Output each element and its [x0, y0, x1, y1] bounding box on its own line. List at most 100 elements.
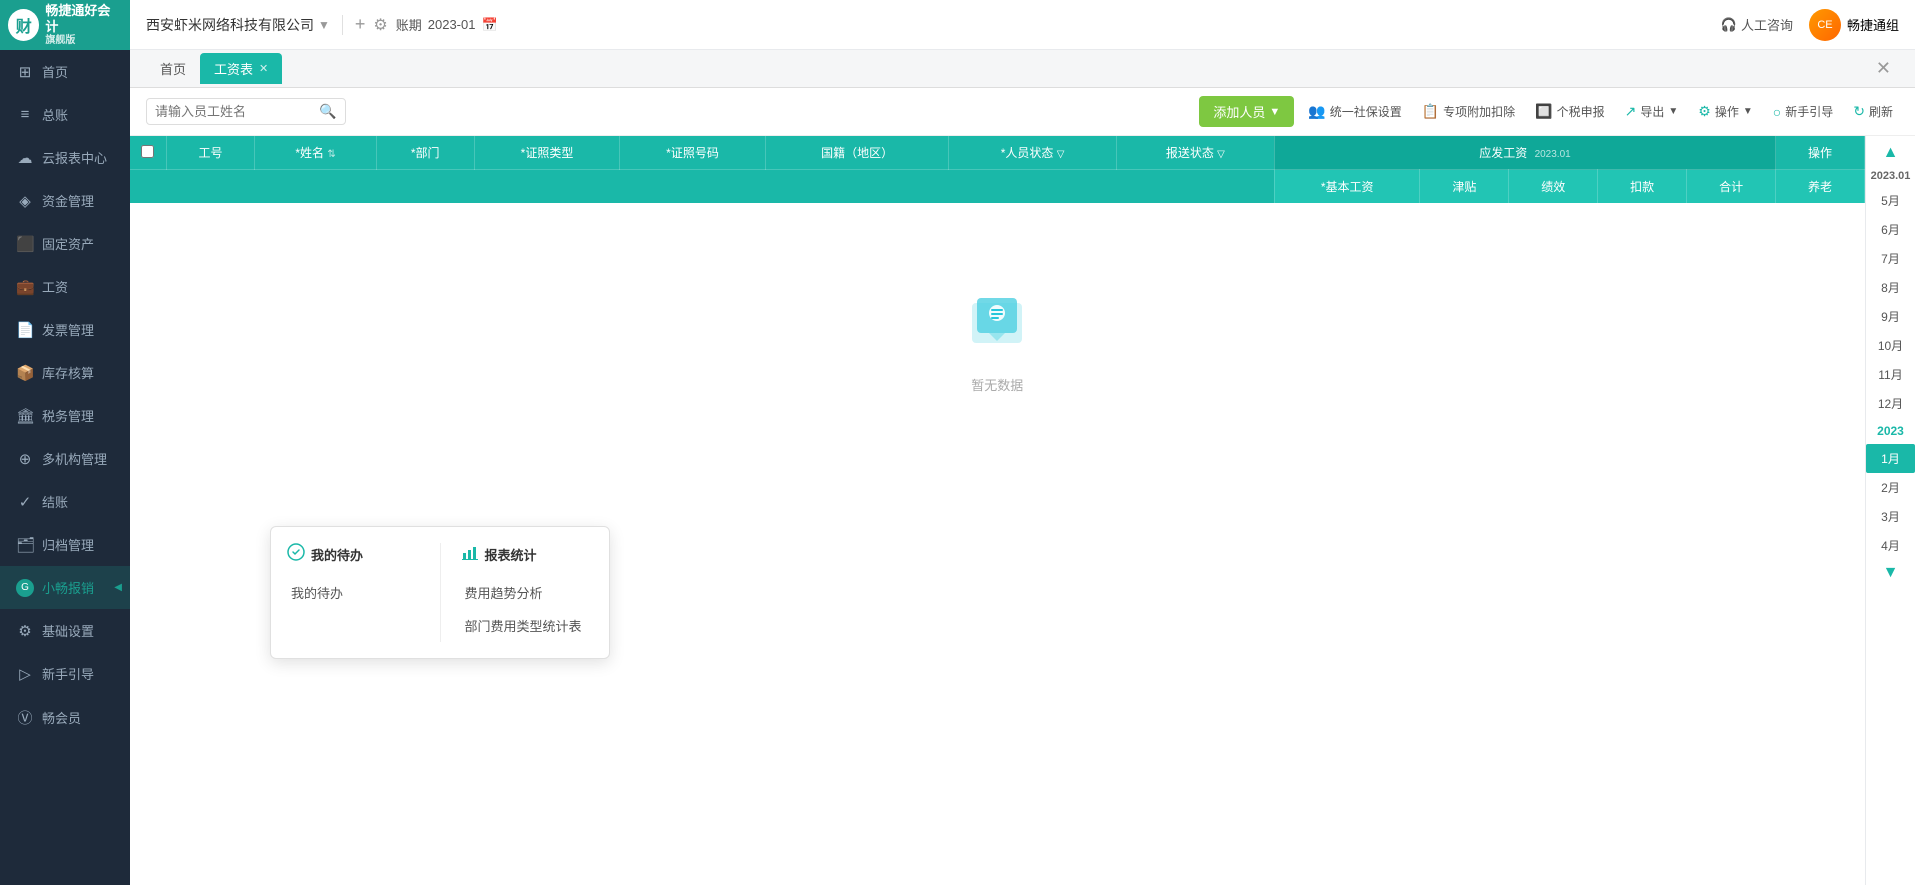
- popup-item-cost-trend[interactable]: 费用趋势分析: [461, 576, 594, 609]
- tabbar: 首页 工资表 ✕ ✕: [130, 50, 1915, 88]
- special-deduction-icon: 📋: [1422, 103, 1439, 120]
- month-panel-up-nav[interactable]: ▲: [1879, 140, 1903, 166]
- month-item-1[interactable]: 1月: [1866, 444, 1915, 473]
- th-yingfa-wages: 应发工资 2023.01: [1274, 136, 1775, 170]
- th-report-status: 报送状态 ▽: [1116, 136, 1274, 170]
- month-item-12[interactable]: 12月: [1866, 389, 1915, 418]
- export-action[interactable]: ↗ 导出 ▼: [1619, 99, 1685, 124]
- sidebar-item-cloud-report[interactable]: ☁ 云报表中心: [0, 136, 130, 179]
- guide-icon: ▷: [16, 665, 34, 683]
- sidebar-item-archive[interactable]: 🗂 归档管理: [0, 523, 130, 566]
- logo-icon: 财: [8, 9, 39, 41]
- month-item-9[interactable]: 9月: [1866, 302, 1915, 331]
- month-item-6[interactable]: 6月: [1866, 215, 1915, 244]
- sidebar-item-multi-org[interactable]: ⊕ 多机构管理: [0, 437, 130, 480]
- th-checkbox[interactable]: [130, 136, 166, 170]
- logo-main: 畅捷通好会计: [45, 3, 122, 34]
- support-button[interactable]: 🎧 人工咨询: [1721, 15, 1793, 34]
- sidebar-item-member[interactable]: Ⓥ 畅会员: [0, 695, 130, 740]
- tax-report-icon: 🔲: [1535, 103, 1552, 120]
- invoice-icon: 📄: [16, 321, 34, 339]
- sidebar-item-invoice[interactable]: 📄 发票管理: [0, 308, 130, 351]
- sidebar-item-basic-settings[interactable]: ⚙ 基础设置: [0, 609, 130, 652]
- add-company-button[interactable]: +: [355, 14, 366, 35]
- user-info[interactable]: CE 畅捷通组: [1809, 9, 1899, 41]
- search-box[interactable]: 🔍: [146, 98, 346, 125]
- report-chart-icon: [461, 543, 479, 566]
- report-status-filter-icon[interactable]: ▽: [1217, 149, 1225, 160]
- month-panel: ▲ 2023.01 5月 6月 7月 8月 9月 10月 11月 12月 202…: [1865, 136, 1915, 885]
- company-name: 西安虾米网络科技有限公司: [146, 15, 314, 35]
- sidebar-label-member: 畅会员: [42, 708, 81, 727]
- calendar-icon: 📅: [481, 17, 497, 33]
- sidebar-label-fixed: 固定资产: [42, 234, 94, 253]
- month-item-3[interactable]: 3月: [1866, 502, 1915, 531]
- th-country: 国籍（地区）: [765, 136, 949, 170]
- sidebar-label-invoice: 发票管理: [42, 320, 94, 339]
- tax-icon: 🏛: [16, 407, 34, 425]
- company-selector[interactable]: 西安虾米网络科技有限公司 ▼: [146, 15, 330, 35]
- sidebar-item-tax[interactable]: 🏛 税务管理: [0, 394, 130, 437]
- refresh-action[interactable]: ↻ 刷新: [1847, 99, 1899, 124]
- tab-home[interactable]: 首页: [146, 53, 200, 84]
- social-security-action[interactable]: 👥 统一社保设置: [1302, 99, 1407, 124]
- tab-salary[interactable]: 工资表 ✕: [200, 53, 282, 84]
- popup-item-dept-cost[interactable]: 部门费用类型统计表: [461, 609, 594, 642]
- company-dropdown-icon: ▼: [318, 18, 330, 32]
- todo-icon: [287, 543, 305, 566]
- topbar-divider1: [342, 15, 343, 35]
- main-area: 西安虾米网络科技有限公司 ▼ + ⚙ 账期 2023-01 📅 🎧 人工咨询 C…: [130, 0, 1915, 885]
- company-settings-button[interactable]: ⚙: [373, 15, 387, 35]
- guide-circle-icon: ○: [1773, 104, 1781, 120]
- report-header-label: 报表统计: [485, 545, 537, 564]
- user-name: 畅捷通组: [1847, 15, 1899, 34]
- sidebar-item-home[interactable]: ⊞ 首页: [0, 50, 130, 93]
- window-close-button[interactable]: ✕: [1876, 58, 1891, 79]
- sidebar-item-fixed-assets[interactable]: ⬛ 固定资产: [0, 222, 130, 265]
- month-item-2[interactable]: 2月: [1866, 473, 1915, 502]
- sidebar-item-guide[interactable]: ▷ 新手引导: [0, 652, 130, 695]
- export-dropdown-icon: ▼: [1668, 106, 1678, 117]
- month-item-11[interactable]: 11月: [1866, 360, 1915, 389]
- th-number: 工号: [166, 136, 255, 170]
- month-item-8[interactable]: 8月: [1866, 273, 1915, 302]
- special-deduction-action[interactable]: 📋 专项附加扣除: [1416, 99, 1521, 124]
- month-item-7[interactable]: 7月: [1866, 244, 1915, 273]
- select-all-checkbox[interactable]: [141, 145, 154, 158]
- period-value: 2023-01: [428, 17, 476, 32]
- sidebar-item-ledger[interactable]: ≡ 总账: [0, 93, 130, 136]
- logo-text: 畅捷通好会计 旗舰版: [45, 3, 122, 46]
- content-area: 工号 *姓名 ⇅ *部门 *证照类型 *证照号码 国籍（地区） *人员状态 ▽: [130, 136, 1915, 885]
- sidebar-label-archive: 归档管理: [42, 535, 94, 554]
- add-person-button[interactable]: 添加人员 ▼: [1199, 96, 1294, 127]
- person-status-filter-icon[interactable]: ▽: [1057, 149, 1065, 160]
- month-item-5[interactable]: 5月: [1866, 186, 1915, 215]
- sidebar-item-salary[interactable]: 💼 工资: [0, 265, 130, 308]
- sidebar-item-fund[interactable]: ◈ 资金管理: [0, 179, 130, 222]
- month-panel-down-nav[interactable]: ▼: [1879, 560, 1903, 586]
- th-cert-type: *证照类型: [474, 136, 620, 170]
- month-item-10[interactable]: 10月: [1866, 331, 1915, 360]
- toolbar: 🔍 添加人员 ▼ 👥 统一社保设置 📋 专项附加扣除 🔲 个税申报 ↗ 导出: [130, 88, 1915, 136]
- dropdown-popup: 我的待办 我的待办 报表统计 费用趋势分析: [270, 526, 610, 659]
- sidebar-item-xiaochang[interactable]: G 小畅报销: [0, 566, 130, 609]
- popup-item-mytodo[interactable]: 我的待办: [287, 576, 420, 609]
- todo-header-label: 我的待办: [311, 545, 363, 564]
- add-person-dropdown-icon: ▼: [1269, 106, 1280, 118]
- new-guide-action[interactable]: ○ 新手引导: [1767, 99, 1839, 124]
- operations-action[interactable]: ⚙ 操作 ▼: [1692, 99, 1758, 124]
- sidebar-item-close[interactable]: ✓ 结账: [0, 480, 130, 523]
- month-item-4[interactable]: 4月: [1866, 531, 1915, 560]
- name-sort-icon[interactable]: ⇅: [327, 149, 335, 160]
- sidebar-label-salary: 工资: [42, 277, 68, 296]
- sidebar-item-inventory[interactable]: 📦 库存核算: [0, 351, 130, 394]
- popup-report-header: 报表统计: [461, 543, 594, 566]
- sidebar-label-home: 首页: [42, 62, 68, 81]
- th-person-status: *人员状态 ▽: [949, 136, 1116, 170]
- tab-salary-label: 工资表: [214, 59, 253, 78]
- month-panel-header: 2023.01: [1871, 166, 1911, 186]
- search-input[interactable]: [155, 104, 315, 119]
- tax-report-action[interactable]: 🔲 个税申报: [1529, 99, 1610, 124]
- tab-salary-close[interactable]: ✕: [259, 62, 268, 75]
- table-header-row2: *基本工资 津贴 绩效 扣款 合计 养老: [130, 170, 1865, 204]
